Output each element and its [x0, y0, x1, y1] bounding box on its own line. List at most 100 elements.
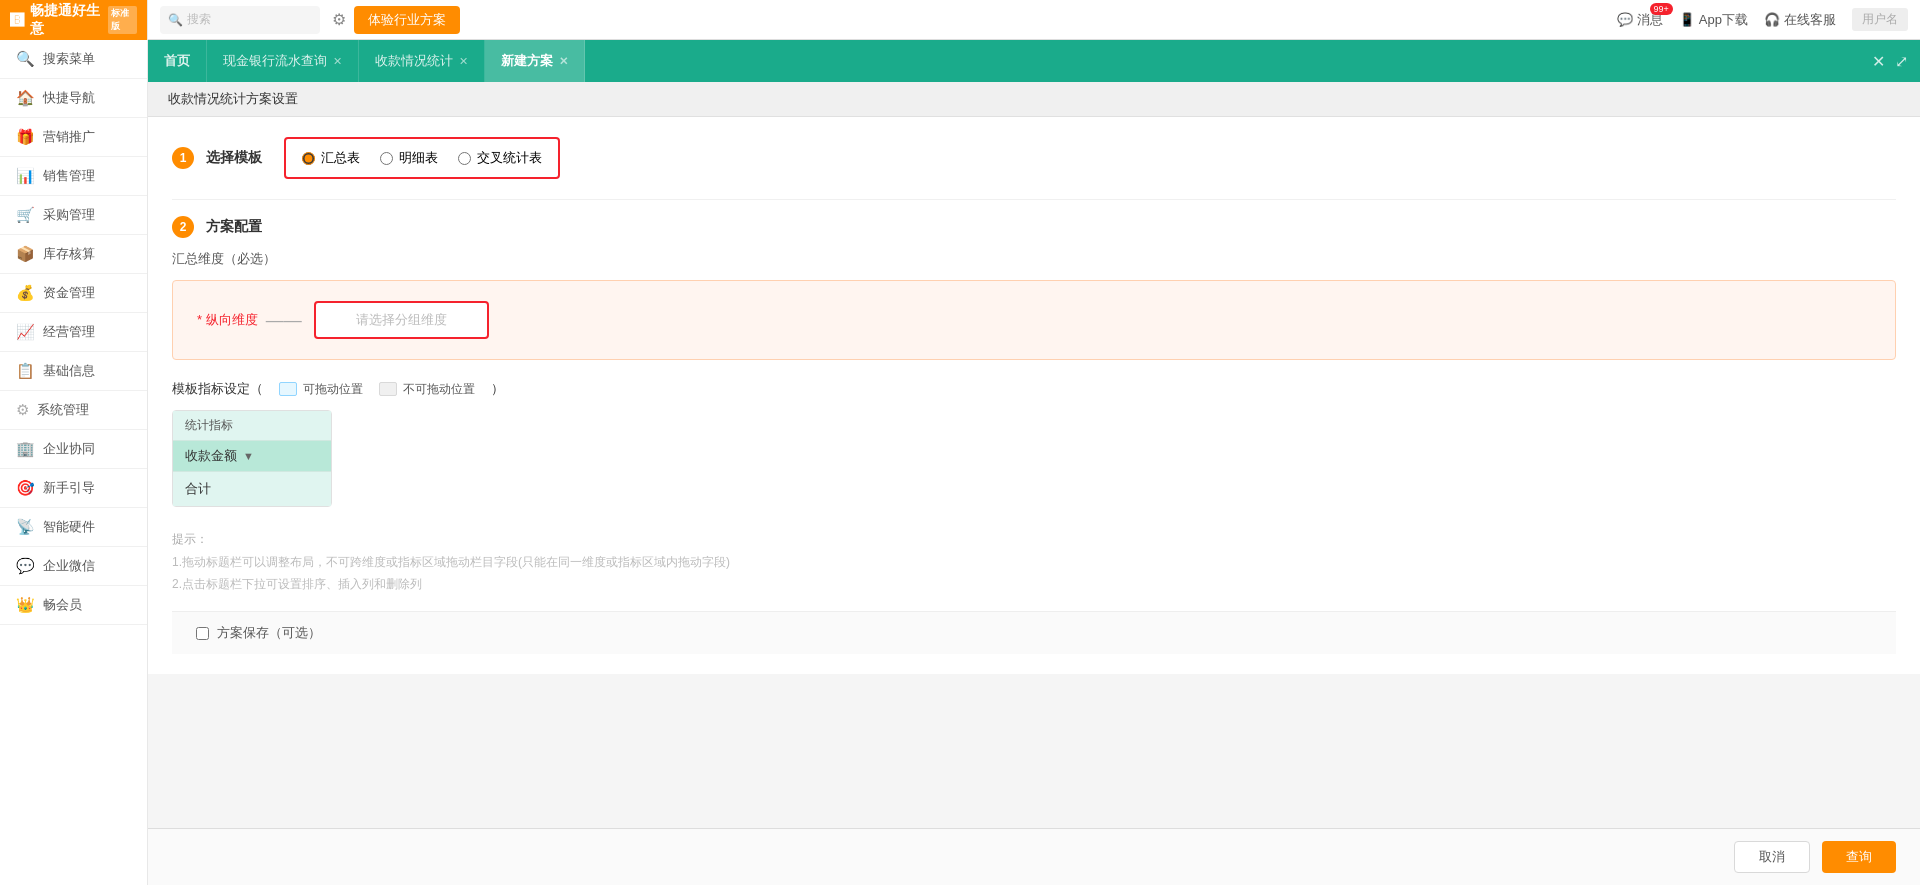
save-checkbox[interactable]	[196, 627, 209, 640]
tab-bank-flow-close[interactable]: ✕	[333, 55, 342, 68]
quick-nav-icon: 🏠	[16, 89, 35, 107]
tips-title: 提示：	[172, 531, 1896, 548]
sidebar-item-marketing[interactable]: 🎁 营销推广	[0, 118, 147, 157]
sidebar-item-inventory[interactable]: 📦 库存核算	[0, 235, 147, 274]
content-area: 收款情况统计方案设置 1 选择模板 汇总表 明细表	[148, 82, 1920, 828]
summary-dim-label: 汇总维度（必选）	[172, 250, 1896, 268]
operation-icon: 📈	[16, 323, 35, 341]
radio-summary-input[interactable]	[302, 152, 315, 165]
query-button[interactable]: 查询	[1822, 841, 1896, 873]
tips-item-1: 1.拖动标题栏可以调整布局，不可跨维度或指标区域拖动栏目字段(只能在同一维度或指…	[172, 552, 1896, 574]
sidebar-item-member[interactable]: 👑 畅会员	[0, 586, 147, 625]
step2-badge: 2	[172, 216, 194, 238]
radio-cross-label: 交叉统计表	[477, 149, 542, 167]
tab-new-plan[interactable]: 新建方案 ✕	[485, 40, 585, 82]
radio-detail[interactable]: 明细表	[380, 149, 438, 167]
sidebar-label-sales: 销售管理	[43, 167, 95, 185]
non-draggable-hint: 不可拖动位置	[379, 381, 475, 398]
basic-info-icon: 📋	[16, 362, 35, 380]
tips-item-2: 2.点击标题栏下拉可设置排序、插入列和删除列	[172, 574, 1896, 596]
cancel-button[interactable]: 取消	[1734, 841, 1810, 873]
radio-detail-input[interactable]	[380, 152, 393, 165]
sidebar-item-finance[interactable]: 💰 资金管理	[0, 274, 147, 313]
system-icon: ⚙	[16, 401, 29, 419]
step1-row: 1 选择模板 汇总表 明细表 交叉统计表	[172, 137, 1896, 179]
message-count: 99+	[1650, 3, 1673, 15]
topbar-right: 💬 消息 99+ 📱 App下载 🎧 在线客服 用户名	[1617, 8, 1908, 31]
sidebar-label-inventory: 库存核算	[43, 245, 95, 263]
username: 用户名	[1852, 8, 1908, 31]
message-badge[interactable]: 💬 消息 99+	[1617, 11, 1663, 29]
online-service[interactable]: 🎧 在线客服	[1764, 11, 1836, 29]
sidebar-item-smart-hardware[interactable]: 📡 智能硬件	[0, 508, 147, 547]
radio-detail-label: 明细表	[399, 149, 438, 167]
sidebar-label-search-menu: 搜索菜单	[43, 50, 95, 68]
indicator-cell-total: 合计	[173, 472, 331, 506]
sidebar-label-marketing: 营销推广	[43, 128, 95, 146]
col-header-label: 收款金额	[185, 447, 237, 465]
inventory-icon: 📦	[16, 245, 35, 263]
indicator-hint-row: 模板指标设定（ 可拖动位置 不可拖动位置 ）	[172, 380, 1896, 398]
industry-plan-button[interactable]: 体验行业方案	[354, 6, 460, 34]
save-label: 方案保存（可选）	[217, 624, 321, 642]
purchase-icon: 🛒	[16, 206, 35, 224]
sidebar-label-member: 畅会员	[43, 596, 82, 614]
indicator-col-header[interactable]: 收款金额 ▼	[173, 441, 331, 472]
draggable-hint: 可拖动位置	[279, 381, 363, 398]
non-draggable-label: 不可拖动位置	[403, 381, 475, 398]
tab-receipt-stat-label: 收款情况统计	[375, 52, 453, 70]
sidebar-label-quick-nav: 快捷导航	[43, 89, 95, 107]
search-icon: 🔍	[168, 13, 183, 27]
app-download[interactable]: 📱 App下载	[1679, 11, 1748, 29]
tab-new-plan-close[interactable]: ✕	[559, 55, 568, 68]
vertical-dim-label: * 纵向维度	[197, 311, 258, 329]
dim-select-button[interactable]: 请选择分组维度	[314, 301, 489, 339]
search-placeholder: 搜索	[187, 11, 211, 28]
step2-row: 2 方案配置	[172, 216, 1896, 238]
search-menu-icon: 🔍	[16, 50, 35, 68]
tab-bank-flow[interactable]: 现金银行流水查询 ✕	[207, 40, 359, 82]
app-download-label: App下载	[1699, 11, 1748, 29]
sidebar-item-system[interactable]: ⚙ 系统管理	[0, 391, 147, 430]
sidebar-item-newbie[interactable]: 🎯 新手引导	[0, 469, 147, 508]
sidebar-item-sales[interactable]: 📊 销售管理	[0, 157, 147, 196]
tab-bank-flow-label: 现金银行流水查询	[223, 52, 327, 70]
non-draggable-dot	[379, 382, 397, 396]
radio-summary-label: 汇总表	[321, 149, 360, 167]
sidebar-label-purchase: 采购管理	[43, 206, 95, 224]
logo-icon: 🅱	[10, 12, 24, 28]
tab-receipt-stat-close[interactable]: ✕	[459, 55, 468, 68]
sidebar-item-wechat[interactable]: 💬 企业微信	[0, 547, 147, 586]
indicator-grid: 统计指标 收款金额 ▼ 合计	[172, 410, 332, 507]
tab-close-all-icon[interactable]: ✕	[1872, 52, 1885, 71]
tab-receipt-stat[interactable]: 收款情况统计 ✕	[359, 40, 485, 82]
draggable-label: 可拖动位置	[303, 381, 363, 398]
sidebar-item-basic-info[interactable]: 📋 基础信息	[0, 352, 147, 391]
settings-icon[interactable]: ⚙	[332, 10, 346, 29]
sidebar-item-enterprise[interactable]: 🏢 企业协同	[0, 430, 147, 469]
sidebar-label-enterprise: 企业协同	[43, 440, 95, 458]
step1-badge: 1	[172, 147, 194, 169]
summary-dim-section: 汇总维度（必选） * 纵向维度 —— 请选择分组维度	[172, 250, 1896, 360]
sidebar-item-purchase[interactable]: 🛒 采购管理	[0, 196, 147, 235]
sidebar-label-operation: 经营管理	[43, 323, 95, 341]
app-icon: 📱	[1679, 12, 1695, 27]
template-selection-box: 汇总表 明细表 交叉统计表	[284, 137, 560, 179]
tab-expand-icon[interactable]: ⤢	[1895, 52, 1908, 71]
sidebar-item-search-menu[interactable]: 🔍 搜索菜单	[0, 40, 147, 79]
sidebar-item-quick-nav[interactable]: 🏠 快捷导航	[0, 79, 147, 118]
radio-cross[interactable]: 交叉统计表	[458, 149, 542, 167]
chevron-down-icon: ▼	[243, 450, 254, 462]
tab-home[interactable]: 首页	[148, 40, 207, 82]
search-box[interactable]: 🔍 搜索	[160, 6, 320, 34]
step1-label: 选择模板	[206, 149, 262, 167]
sidebar-item-operation[interactable]: 📈 经营管理	[0, 313, 147, 352]
enterprise-icon: 🏢	[16, 440, 35, 458]
radio-cross-input[interactable]	[458, 152, 471, 165]
tabbar: 首页 现金银行流水查询 ✕ 收款情况统计 ✕ 新建方案 ✕ ✕ ⤢	[148, 40, 1920, 82]
sales-icon: 📊	[16, 167, 35, 185]
sidebar-label-wechat: 企业微信	[43, 557, 95, 575]
footer-actions: 取消 查询	[148, 828, 1920, 885]
radio-summary[interactable]: 汇总表	[302, 149, 360, 167]
sidebar: 🅱 畅捷通好生意 标准版 🔍 搜索菜单 🏠 快捷导航 🎁 营销推广 📊 销售管理…	[0, 0, 148, 885]
